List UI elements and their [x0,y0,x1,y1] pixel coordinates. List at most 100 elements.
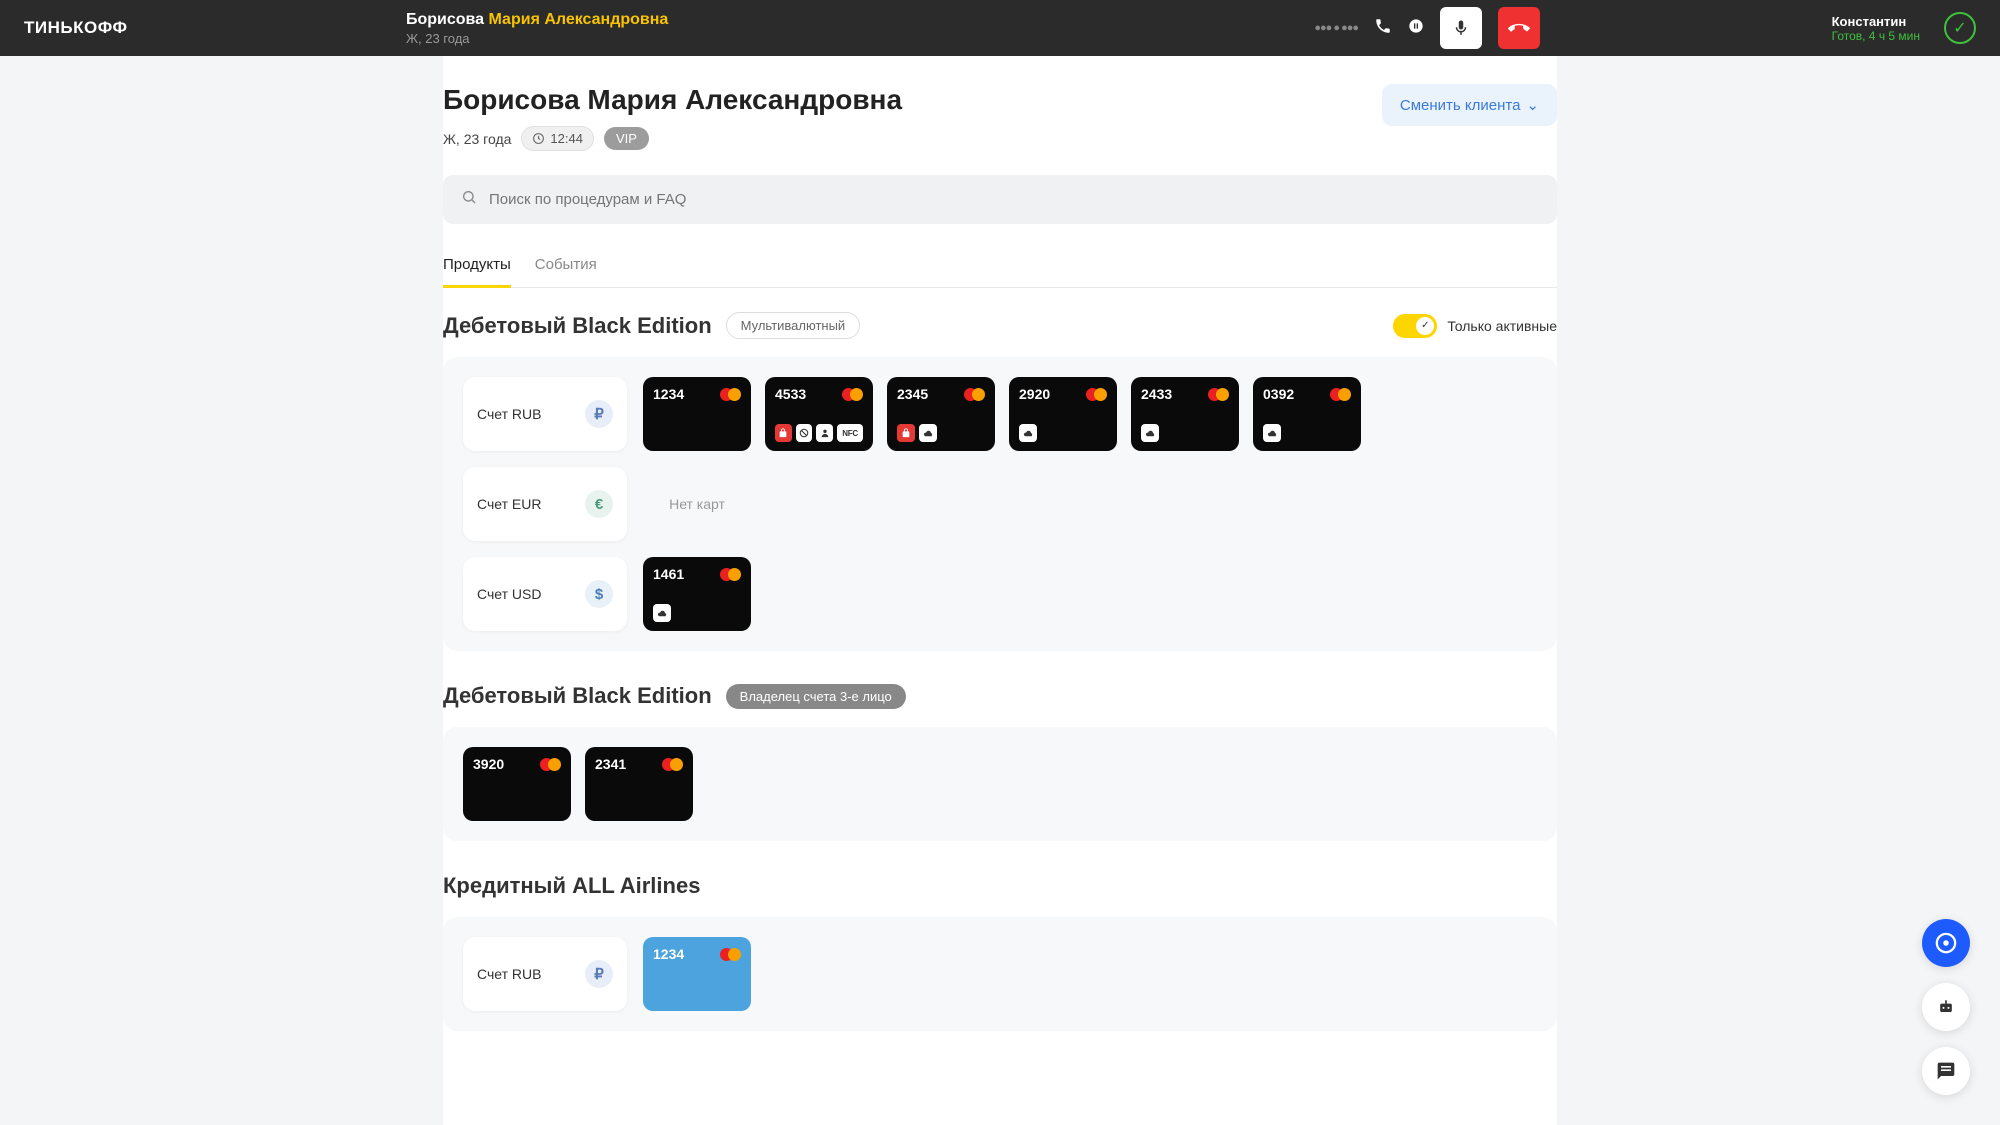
account-tile[interactable]: Счет EUR € [463,467,627,541]
operator-name: Константин [1832,14,1920,29]
mastercard-icon [720,388,741,401]
account-tile[interactable]: Счет USD $ [463,557,627,631]
call-controls: ●●● ● ●●● [1314,7,1540,49]
mastercard-icon [1330,388,1351,401]
profile-header: Борисова Мария Александровна Ж, 23 года … [443,84,1557,175]
mastercard-icon [720,568,741,581]
header-client-name: Борисова Мария Александровна [406,11,668,29]
operator-status: Готов, 4 ч 5 мин [1832,29,1920,43]
search-input[interactable] [489,191,1539,208]
local-time-pill: 12:44 [521,126,594,151]
no-cards-label: Нет карт [643,467,751,541]
user-icon [816,424,833,442]
toggle-label: Только активные [1447,318,1557,334]
active-only-toggle[interactable]: ✓ [1393,314,1437,338]
card-tile[interactable]: 4533 NFC [765,377,873,451]
fab-stack [1922,919,1970,1095]
section-chip: Мультивалютный [726,312,861,339]
card-last4: 1234 [653,946,684,962]
cards-strip: 3920 2341 [463,747,693,821]
section-title: Дебетовый Black Edition [443,313,712,339]
account-tile[interactable]: Счет RUB ₽ [463,377,627,451]
lock-icon [897,424,915,442]
fab-bot[interactable] [1922,983,1970,1031]
cloud-icon [919,424,937,442]
block-icon [796,424,813,442]
cloud-icon [653,604,671,622]
header-client-block: Борисова Мария Александровна Ж, 23 года [406,11,668,46]
section-title: Дебетовый Black Edition [443,683,712,709]
product-block: 3920 2341 [443,727,1557,841]
card-last4: 2341 [595,756,626,772]
vip-badge: VIP [604,127,649,150]
nfc-icon: NFC [837,424,863,442]
header-first-mid: Мария Александровна [489,11,669,28]
account-label: Счет RUB [477,406,541,422]
product-block: Счет RUB ₽ 1234 4533 NFC 2345 2920 2433 [443,357,1557,651]
search-box[interactable] [443,175,1557,224]
profile-title: Борисова Мария Александровна [443,84,902,116]
operator-block: Константин Готов, 4 ч 5 мин [1832,14,1920,43]
product-block: Счет RUB ₽ 1234 [443,917,1557,1031]
account-row: Счет EUR € Нет карт [463,467,1537,541]
card-last4: 3920 [473,756,504,772]
hangup-button[interactable] [1498,7,1540,49]
logo: ТИНЬКОФФ [24,18,128,38]
card-tile[interactable]: 0392 [1253,377,1361,451]
section-title: Кредитный ALL Airlines [443,873,700,899]
header-client-meta: Ж, 23 года [406,31,668,46]
card-tile[interactable]: 2345 [887,377,995,451]
redacted-icon: ●●● ● ●●● [1314,22,1358,34]
card-tile[interactable]: 1234 [643,937,751,1011]
main-panel: Борисова Мария Александровна Ж, 23 года … [443,56,1557,1125]
account-tile[interactable]: Счет RUB ₽ [463,937,627,1011]
card-last4: 2345 [897,386,928,402]
card-tile[interactable]: 2920 [1009,377,1117,451]
account-row: 3920 2341 [463,747,1537,821]
card-last4: 4533 [775,386,806,402]
search-icon [461,189,477,210]
section-chip: Владелец счета 3-е лицо [726,684,906,709]
currency-icon: $ [585,580,613,608]
account-label: Счет EUR [477,496,541,512]
section-header: Дебетовый Black Edition Владелец счета 3… [443,683,1557,709]
card-tile[interactable]: 3920 [463,747,571,821]
mastercard-icon [720,948,741,961]
tab-events[interactable]: События [535,248,597,287]
card-last4: 1234 [653,386,684,402]
status-check-icon: ✓ [1944,12,1976,44]
mastercard-icon [964,388,985,401]
app-header: ТИНЬКОФФ Борисова Мария Александровна Ж,… [0,0,2000,56]
account-row: Счет RUB ₽ 1234 4533 NFC 2345 2920 2433 [463,377,1537,451]
header-last-name: Борисова [406,11,484,28]
cloud-icon [1141,424,1159,442]
clock-icon [532,132,545,145]
mastercard-icon [1086,388,1107,401]
account-row: Счет USD $ 1461 [463,557,1537,631]
active-only-toggle-row: ✓ Только активные [1393,314,1557,338]
hold-icon[interactable] [1408,18,1424,39]
mastercard-icon [662,758,683,771]
phone-incoming-icon[interactable] [1374,17,1392,40]
account-label: Счет RUB [477,966,541,982]
card-tile[interactable]: 1461 [643,557,751,631]
mic-button[interactable] [1440,7,1482,49]
cloud-icon [1263,424,1281,442]
switch-client-button[interactable]: Сменить клиента ⌄ [1382,84,1557,126]
card-last4: 2920 [1019,386,1050,402]
mastercard-icon [540,758,561,771]
currency-icon: ₽ [585,400,613,428]
fab-chat[interactable] [1922,1047,1970,1095]
tab-products[interactable]: Продукты [443,248,511,287]
card-last4: 0392 [1263,386,1294,402]
account-row: Счет RUB ₽ 1234 [463,937,1537,1011]
profile-meta-row: Ж, 23 года 12:44 VIP [443,126,902,151]
fab-compass[interactable] [1922,919,1970,967]
lock-icon [775,424,792,442]
card-tile[interactable]: 1234 [643,377,751,451]
card-tile[interactable]: 2433 [1131,377,1239,451]
mastercard-icon [842,388,863,401]
cards-strip: 1234 [643,937,751,1011]
card-tile[interactable]: 2341 [585,747,693,821]
section-header: Дебетовый Black Edition Мультивалютный ✓… [443,312,1557,339]
